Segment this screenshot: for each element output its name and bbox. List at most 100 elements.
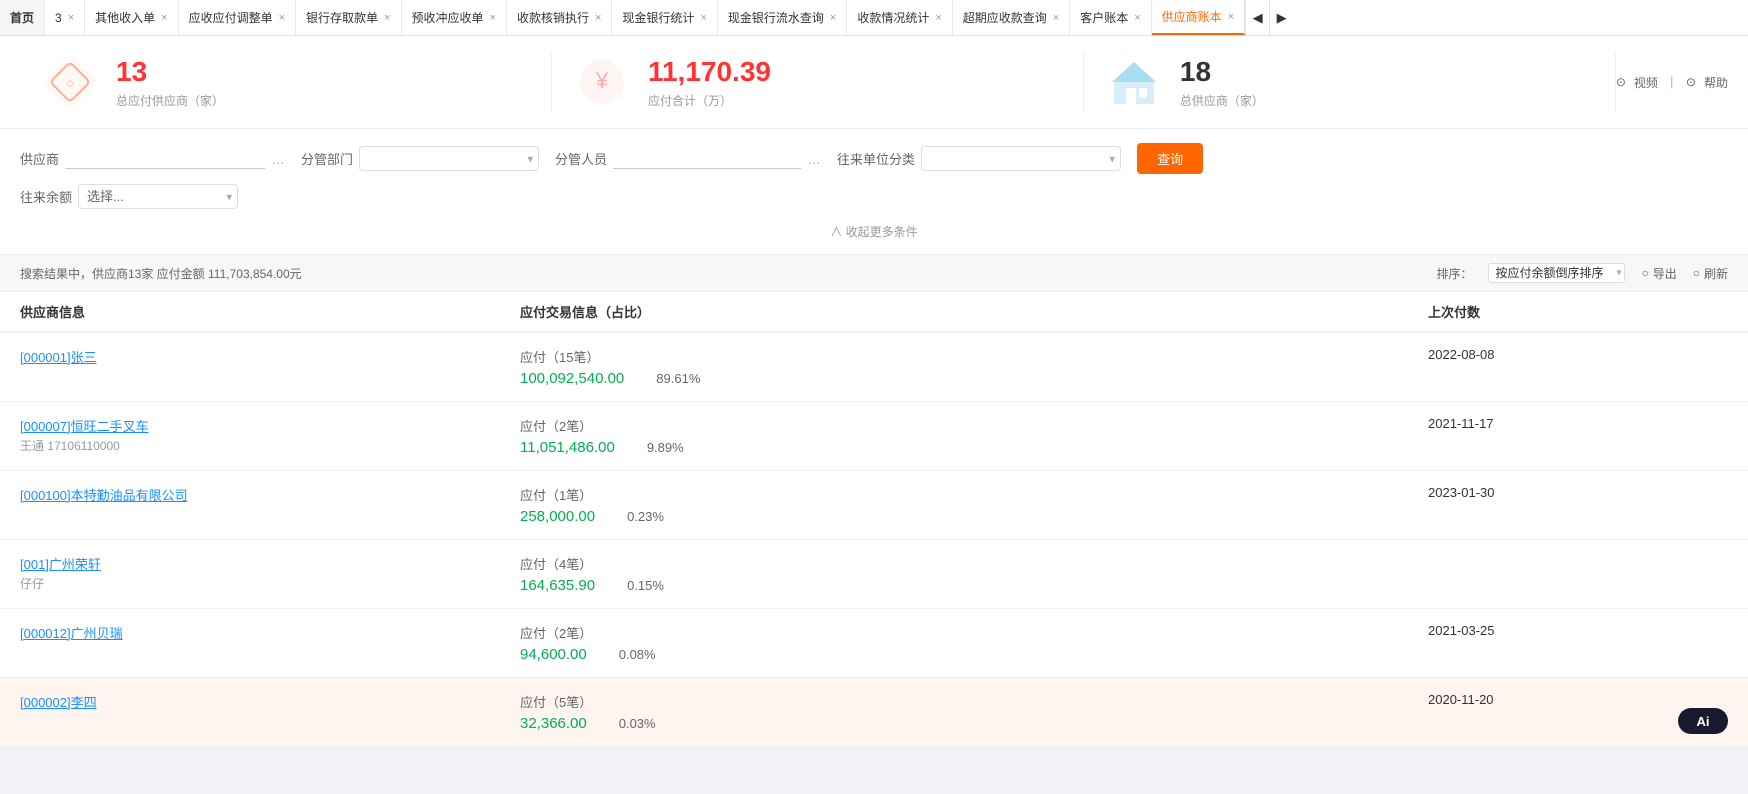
transaction-col: 应付（1笔） 258,000.00 0.23% [520, 485, 1428, 525]
person-dots[interactable]: … [807, 151, 821, 167]
transaction-col: 应付（2笔） 94,600.00 0.08% [520, 623, 1428, 663]
category-select[interactable] [921, 146, 1121, 171]
summary-card-total-suppliers: 18 总供应商（家） [1084, 52, 1616, 112]
collapse-button[interactable]: ∧ 收起更多条件 [830, 223, 917, 240]
last-payment-date: 2020-11-20 [1428, 692, 1494, 707]
supplier-name-link[interactable]: [000002]李四 [20, 692, 520, 711]
store-icon [1104, 52, 1164, 112]
nav-tab-receipt-stat-close[interactable]: × [935, 12, 941, 24]
nav-tab-ar-adjust-close[interactable]: × [279, 12, 285, 24]
category-label: 往来单位分类 [837, 149, 915, 168]
transaction-label: 应付（1笔） [520, 485, 1428, 504]
supplier-name-link[interactable]: [001]广州荣轩 [20, 554, 520, 573]
table-header-row: 供应商信息 应付交易信息（占比） 上次付数 [0, 292, 1748, 333]
card-payable-total-content: 11,170.39 应付合计（万） [648, 55, 771, 110]
nav-tab-bank-deposit-close[interactable]: × [384, 12, 390, 24]
nav-tab-cash-bank-stat-label: 现金银行统计 [622, 9, 694, 26]
help-link[interactable]: 帮助 [1704, 74, 1728, 91]
nav-tab-cash-bank-flow-close[interactable]: × [830, 12, 836, 24]
help-icon: ⊙ [1686, 75, 1696, 89]
video-icon: ⊙ [1616, 75, 1626, 89]
table-header-lastpayment: 上次付数 [1428, 302, 1728, 321]
transaction-percent: 0.15% [627, 578, 664, 593]
payable-total-label: 应付合计（万） [648, 92, 771, 109]
nav-tab-overdue-query-close[interactable]: × [1053, 12, 1059, 24]
svg-text:¥: ¥ [595, 68, 609, 93]
nav-tab-other-income-close[interactable]: × [161, 12, 167, 24]
total-suppliers-label: 总供应商（家） [1180, 92, 1264, 109]
nav-tab-3-close[interactable]: × [68, 12, 74, 24]
nav-tab-3-label: 3 [55, 11, 62, 25]
last-payment-col: 2020-11-20 [1428, 692, 1728, 707]
person-input[interactable] [613, 149, 801, 169]
top-right-actions: ⊙ 视频 ｜ ⊙ 帮助 [1616, 74, 1728, 91]
nav-tab-overdue-query[interactable]: 超期应收款查询 × [953, 0, 1070, 35]
nav-tab-supplier-account-close[interactable]: × [1228, 11, 1234, 23]
ai-button[interactable]: Ai [1678, 708, 1728, 734]
money-icon: ¥ [572, 52, 632, 112]
nav-tab-supplier-account-label: 供应商账本 [1162, 8, 1222, 25]
transaction-amount[interactable]: 164,635.90 [520, 577, 595, 594]
video-link[interactable]: 视频 [1634, 74, 1658, 91]
nav-tab-cash-bank-stat[interactable]: 现金银行统计 × [612, 0, 717, 35]
refresh-label: 刷新 [1704, 265, 1728, 282]
filter-category: 往来单位分类 [837, 146, 1121, 171]
payable-suppliers-label: 总应付供应商（家） [116, 92, 224, 109]
nav-tab-receipt-verify-close[interactable]: × [595, 12, 601, 24]
nav-tab-prepay-write[interactable]: 预收冲应收单 × [402, 0, 507, 35]
payable-suppliers-value: 13 [116, 55, 224, 89]
nav-tab-supplier-account[interactable]: 供应商账本 × [1152, 0, 1245, 35]
supplier-info-col: [000007]恒旺二手叉车 王通 17106110000 [20, 416, 520, 454]
nav-tab-other-income[interactable]: 其他收入单 × [85, 0, 178, 35]
transaction-amount[interactable]: 32,366.00 [520, 715, 587, 732]
nav-tab-3[interactable]: 3 × [45, 0, 85, 35]
svg-text:◇: ◇ [66, 78, 74, 89]
dept-select[interactable] [359, 146, 539, 171]
supplier-name-link[interactable]: [000001]张三 [20, 347, 520, 366]
supplier-name-link[interactable]: [000012]广州贝瑞 [20, 623, 520, 642]
transaction-amount[interactable]: 258,000.00 [520, 508, 595, 525]
nav-tab-cash-bank-stat-close[interactable]: × [700, 12, 706, 24]
nav-tab-home[interactable]: 首页 [0, 0, 45, 35]
ai-label: Ai [1697, 714, 1710, 729]
nav-tab-bank-deposit[interactable]: 银行存取款单 × [296, 0, 401, 35]
nav-tab-ar-adjust[interactable]: 应收应付调整单 × [179, 0, 296, 35]
sort-select-wrap: 按应付余额倒序排序 [1488, 263, 1625, 283]
results-summary: 搜索结果中，供应商13家 应付金额 111,703,854.00元 [20, 265, 302, 282]
transaction-label: 应付（5笔） [520, 692, 1428, 711]
supplier-name-link[interactable]: [000100]本特勤油品有限公司 [20, 485, 520, 504]
table-row: [001]广州荣轩 仔仔 应付（4笔） 164,635.90 0.15% [0, 540, 1748, 609]
nav-tab-customer-account-label: 客户账本 [1080, 9, 1128, 26]
transaction-col: 应付（15笔） 100,092,540.00 89.61% [520, 347, 1428, 387]
nav-tab-prepay-write-close[interactable]: × [490, 12, 496, 24]
transaction-amount[interactable]: 11,051,486.00 [520, 439, 615, 456]
nav-tab-cash-bank-flow[interactable]: 现金银行流水查询 × [718, 0, 847, 35]
transaction-amount[interactable]: 100,092,540.00 [520, 370, 624, 387]
transaction-percent: 9.89% [647, 440, 684, 455]
balance-select[interactable]: 选择... [78, 184, 238, 209]
last-payment-date: 2021-03-25 [1428, 623, 1495, 638]
nav-tab-receipt-verify[interactable]: 收款核销执行 × [507, 0, 612, 35]
nav-tab-other-income-label: 其他收入单 [95, 9, 155, 26]
person-label: 分管人员 [555, 149, 607, 168]
query-button[interactable]: 查询 [1137, 143, 1203, 174]
refresh-button[interactable]: ○ 刷新 [1693, 265, 1728, 282]
supplier-label: 供应商 [20, 149, 59, 168]
last-payment-date: 2021-11-17 [1428, 416, 1494, 431]
nav-tab-customer-account[interactable]: 客户账本 × [1070, 0, 1151, 35]
nav-tab-bank-deposit-label: 银行存取款单 [306, 9, 378, 26]
sort-select[interactable]: 按应付余额倒序排序 [1488, 263, 1625, 283]
dept-select-wrap [359, 146, 539, 171]
table-row: [000002]李四 应付（5笔） 32,366.00 0.03% 2020-1… [0, 678, 1748, 747]
nav-arrow-left[interactable]: ◀ [1245, 0, 1269, 36]
supplier-table: 供应商信息 应付交易信息（占比） 上次付数 [000001]张三 应付（15笔）… [0, 292, 1748, 747]
nav-tab-customer-account-close[interactable]: × [1134, 12, 1140, 24]
filter-row-1: 供应商 … 分管部门 分管人员 … 往来单位分类 [20, 143, 1728, 174]
supplier-input[interactable] [65, 149, 265, 169]
supplier-name-link[interactable]: [000007]恒旺二手叉车 [20, 416, 520, 435]
nav-tab-receipt-stat[interactable]: 收款情况统计 × [847, 0, 952, 35]
nav-arrow-right[interactable]: ▶ [1269, 0, 1293, 36]
export-button[interactable]: ○ 导出 [1641, 265, 1676, 282]
supplier-dots[interactable]: … [271, 151, 285, 167]
transaction-amount[interactable]: 94,600.00 [520, 646, 587, 663]
